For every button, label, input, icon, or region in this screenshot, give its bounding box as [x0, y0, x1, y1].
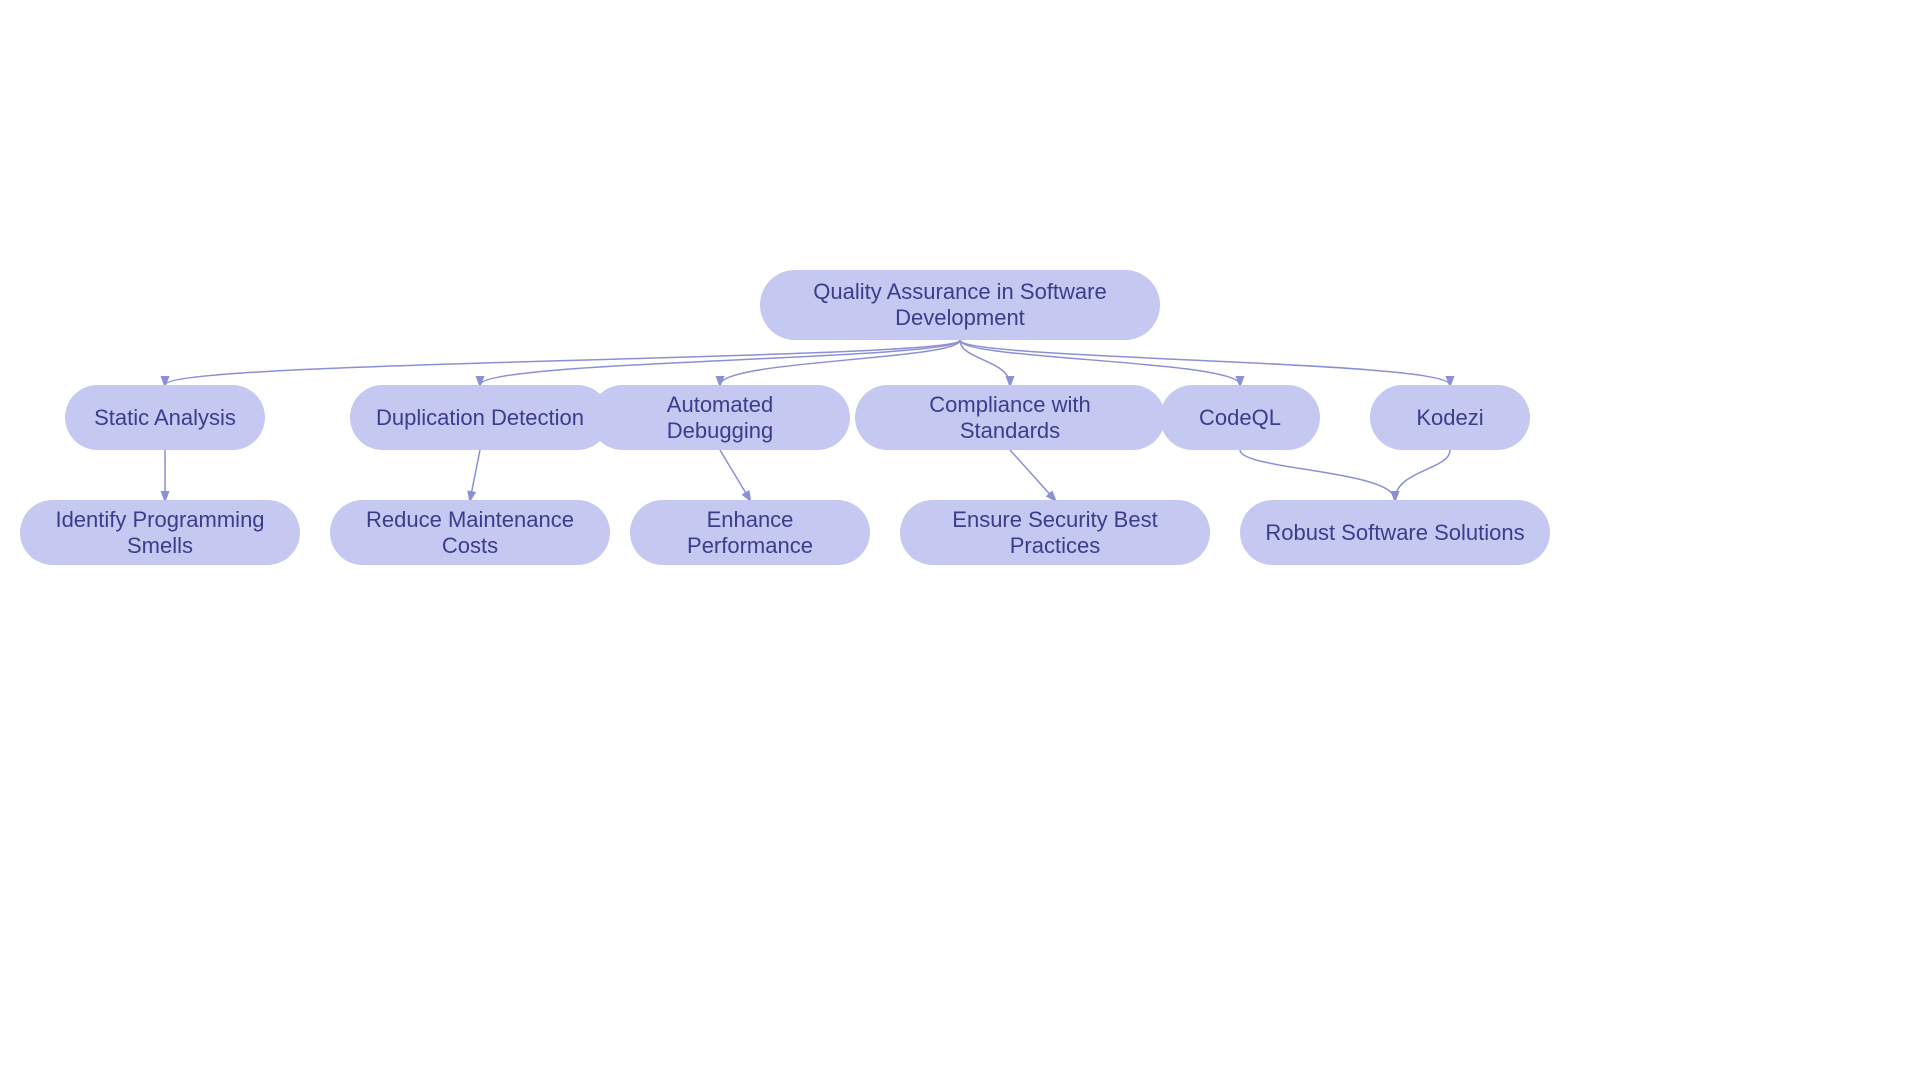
- node-ensure-security-best-practices: Ensure Security Best Practices: [900, 500, 1210, 565]
- node-reduce-maintenance-costs: Reduce Maintenance Costs: [330, 500, 610, 565]
- node-codeql: CodeQL: [1160, 385, 1320, 450]
- node-compliance-with-standards: Compliance with Standards: [855, 385, 1165, 450]
- node-robust-software-solutions: Robust Software Solutions: [1240, 500, 1550, 565]
- node-kodezi: Kodezi: [1370, 385, 1530, 450]
- node-identify-programming-smells: Identify Programming Smells: [20, 500, 300, 565]
- node-automated-debugging: Automated Debugging: [590, 385, 850, 450]
- node-enhance-performance: Enhance Performance: [630, 500, 870, 565]
- diagram-container: Quality Assurance in Software Developmen…: [0, 0, 1920, 1083]
- node-duplication-detection: Duplication Detection: [350, 385, 610, 450]
- node-root: Quality Assurance in Software Developmen…: [760, 270, 1160, 340]
- node-static-analysis: Static Analysis: [65, 385, 265, 450]
